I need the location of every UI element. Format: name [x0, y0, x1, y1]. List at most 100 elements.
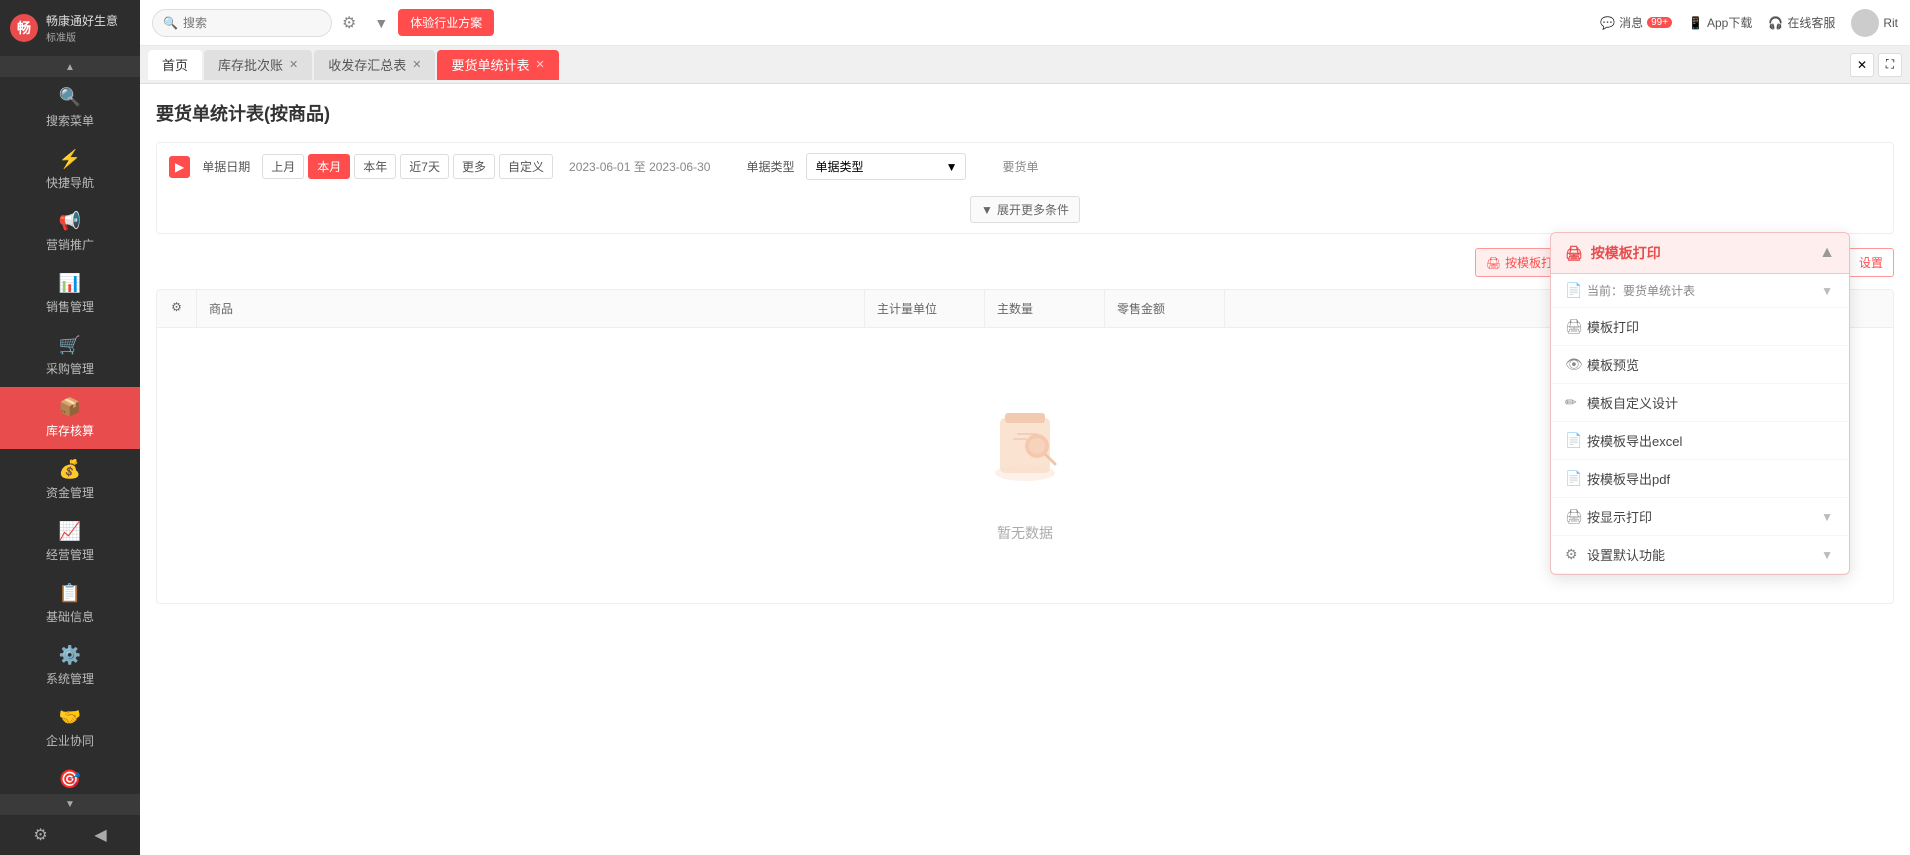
sidebar-item-finance[interactable]: 💰 资金管理	[0, 449, 140, 511]
logo-app-name: 畅康通好生意	[46, 12, 118, 29]
topbar-gear-icon[interactable]: ⚙	[342, 13, 356, 33]
logo-text-block: 畅康通好生意 标准版	[46, 12, 118, 44]
th-qty: 主数量	[985, 290, 1105, 327]
dropdown-export-pdf[interactable]: 📄 按模板导出pdf	[1551, 460, 1849, 498]
settings-footer-icon[interactable]: ⚙	[33, 825, 47, 845]
date-btn-this-year[interactable]: 本年	[354, 154, 396, 179]
sidebar-label-cooperation: 企业协同	[46, 732, 94, 749]
set-default-label: 设置默认功能	[1587, 545, 1665, 564]
expand-more-btn[interactable]: ▼ 展开更多条件	[970, 196, 1080, 223]
sidebar-label-operation: 经营管理	[46, 546, 94, 563]
sidebar-label-inventory: 库存核算	[46, 422, 94, 439]
th-unit: 主计量单位	[865, 290, 985, 327]
sidebar-item-search[interactable]: 🔍 搜索菜单	[0, 77, 140, 139]
logo-badge: 标准版	[46, 29, 118, 44]
sidebar-item-inventory[interactable]: 📦 库存核算	[0, 387, 140, 449]
export-pdf-label: 按模板导出pdf	[1587, 469, 1670, 488]
date-btn-7days[interactable]: 近7天	[400, 154, 449, 179]
tab-inventory-batch[interactable]: 库存批次账 ✕	[204, 50, 312, 80]
dropdown-current-label: 📄 当前：要货单统计表 ▼	[1551, 274, 1849, 308]
purchase-icon: 🛒	[59, 335, 81, 356]
order-type-placeholder: 单据类型	[815, 158, 863, 175]
dropdown-chevron-up[interactable]: ▲	[1819, 244, 1835, 262]
printer-icon: 🖨	[1486, 256, 1501, 270]
date-btn-this-month[interactable]: 本月	[308, 154, 350, 179]
sidebar-item-sales[interactable]: 📊 销售管理	[0, 263, 140, 325]
settings-button[interactable]: 设置	[1848, 248, 1894, 277]
marketing-icon: 📢	[59, 211, 81, 232]
operation-icon: 📈	[59, 521, 81, 542]
tab-receipt-summary-close[interactable]: ✕	[412, 58, 421, 71]
display-print-icon: 🖨	[1565, 508, 1583, 525]
th-product: 商品	[197, 290, 865, 327]
template-preview-icon: 👁	[1565, 356, 1583, 373]
tab-order-stats-close[interactable]: ✕	[536, 58, 545, 71]
sidebar-item-operation[interactable]: 📈 经营管理	[0, 511, 140, 573]
current-arrow-icon: ▼	[1821, 284, 1833, 298]
set-default-icon: ⚙	[1565, 546, 1578, 563]
date-range-display: 2023-06-01 至 2023-06-30	[569, 158, 710, 175]
sidebar-scroll-down[interactable]: ▼	[0, 794, 140, 814]
dropdown-template-print[interactable]: 🖨 模板打印	[1551, 308, 1849, 346]
date-btn-last-month[interactable]: 上月	[262, 154, 304, 179]
current-template-icon: 📄	[1565, 282, 1582, 299]
topbar-search-box[interactable]: 🔍	[152, 9, 332, 37]
tab-inventory-batch-close[interactable]: ✕	[289, 58, 298, 71]
date-btn-custom[interactable]: 自定义	[499, 154, 553, 179]
sidebar-label-shortcut: 快捷导航	[46, 174, 94, 191]
user-avatar-button[interactable]: Rit	[1851, 9, 1898, 37]
sidebar-label-system: 系统管理	[46, 670, 94, 687]
dropdown-display-print[interactable]: 🖨 按显示打印 ▼	[1551, 498, 1849, 536]
tab-expand-button[interactable]: ⛶	[1878, 53, 1902, 77]
order-type-arrow: ▼	[946, 160, 958, 174]
chevron-down-icon: ▼	[981, 203, 993, 217]
online-service-button[interactable]: 🎧 在线客服	[1768, 14, 1835, 31]
filter-row-1: ▶ 单据日期 上月 本月 本年 近7天 更多 自定义 2023-06-01 至 …	[169, 153, 1881, 180]
order-type-select[interactable]: 单据类型 ▼	[806, 153, 966, 180]
topbar-dropdown-icon[interactable]: ▼	[374, 15, 388, 31]
dropdown-template-custom[interactable]: ✏ 模板自定义设计	[1551, 384, 1849, 422]
tabbar: 首页 库存批次账 ✕ 收发存汇总表 ✕ 要货单统计表 ✕ ✕ ⛶	[140, 46, 1910, 84]
empty-illustration	[975, 388, 1075, 507]
dropdown-current-text: 当前：要货单统计表	[1587, 282, 1695, 299]
sidebar-item-system[interactable]: ⚙️ 系统管理	[0, 635, 140, 697]
dropdown-template-preview[interactable]: 👁 模板预览	[1551, 346, 1849, 384]
tab-receipt-summary[interactable]: 收发存汇总表 ✕	[314, 50, 435, 80]
filter-expand-arrow[interactable]: ▶	[169, 156, 190, 178]
sidebar-scroll-up[interactable]: ▲	[0, 57, 140, 77]
sidebar-item-basic[interactable]: 📋 基础信息	[0, 573, 140, 635]
message-button[interactable]: 💬 消息 99+	[1600, 14, 1672, 31]
sidebar-label-purchase: 采购管理	[46, 360, 94, 377]
tab-close-all-button[interactable]: ✕	[1850, 53, 1874, 77]
order-type-label: 单据类型	[746, 158, 794, 175]
filter-bar: ▶ 单据日期 上月 本月 本年 近7天 更多 自定义 2023-06-01 至 …	[156, 142, 1894, 234]
sound-footer-icon[interactable]: ◀	[94, 825, 106, 845]
date-filter-label: 单据日期	[202, 158, 250, 175]
tab-order-stats[interactable]: 要货单统计表 ✕	[437, 50, 558, 80]
dropdown-export-excel[interactable]: 📄 按模板导出excel	[1551, 422, 1849, 460]
sidebar-item-purchase[interactable]: 🛒 采购管理	[0, 325, 140, 387]
th-settings[interactable]: ⚙	[157, 290, 197, 327]
search-input[interactable]	[183, 16, 303, 30]
message-icon: 💬	[1600, 16, 1615, 30]
date-btn-more[interactable]: 更多	[453, 154, 495, 179]
display-print-label: 按显示打印	[1587, 507, 1652, 526]
sidebar-item-cooperation[interactable]: 🤝 企业协同	[0, 697, 140, 759]
sales-icon: 📊	[59, 273, 81, 294]
sidebar-item-marketing[interactable]: 📢 营销推广	[0, 201, 140, 263]
expand-more-label: 展开更多条件	[997, 201, 1069, 218]
app-download-button[interactable]: 📱 App下载	[1688, 14, 1752, 31]
dropdown-set-default[interactable]: ⚙ 设置默认功能 ▼	[1551, 536, 1849, 574]
sidebar-item-shortcut[interactable]: ⚡ 快捷导航	[0, 139, 140, 201]
experience-industry-button[interactable]: 体验行业方案	[398, 9, 494, 36]
finance-icon: 💰	[59, 459, 81, 480]
tab-home[interactable]: 首页	[148, 50, 202, 80]
sidebar-label-marketing: 营销推广	[46, 236, 94, 253]
app-download-icon: 📱	[1688, 16, 1703, 30]
sidebar: 畅 畅康通好生意 标准版 ▲ 🔍 搜索菜单 ⚡ 快捷导航 📢 营销推广 📊 销售…	[0, 0, 140, 855]
sidebar-item-guide[interactable]: 🎯 新手引导	[0, 759, 140, 794]
basic-icon: 📋	[59, 583, 81, 604]
template-preview-label: 模板预览	[1587, 355, 1639, 374]
cooperation-icon: 🤝	[59, 707, 81, 728]
empty-text: 暂无数据	[997, 523, 1053, 543]
